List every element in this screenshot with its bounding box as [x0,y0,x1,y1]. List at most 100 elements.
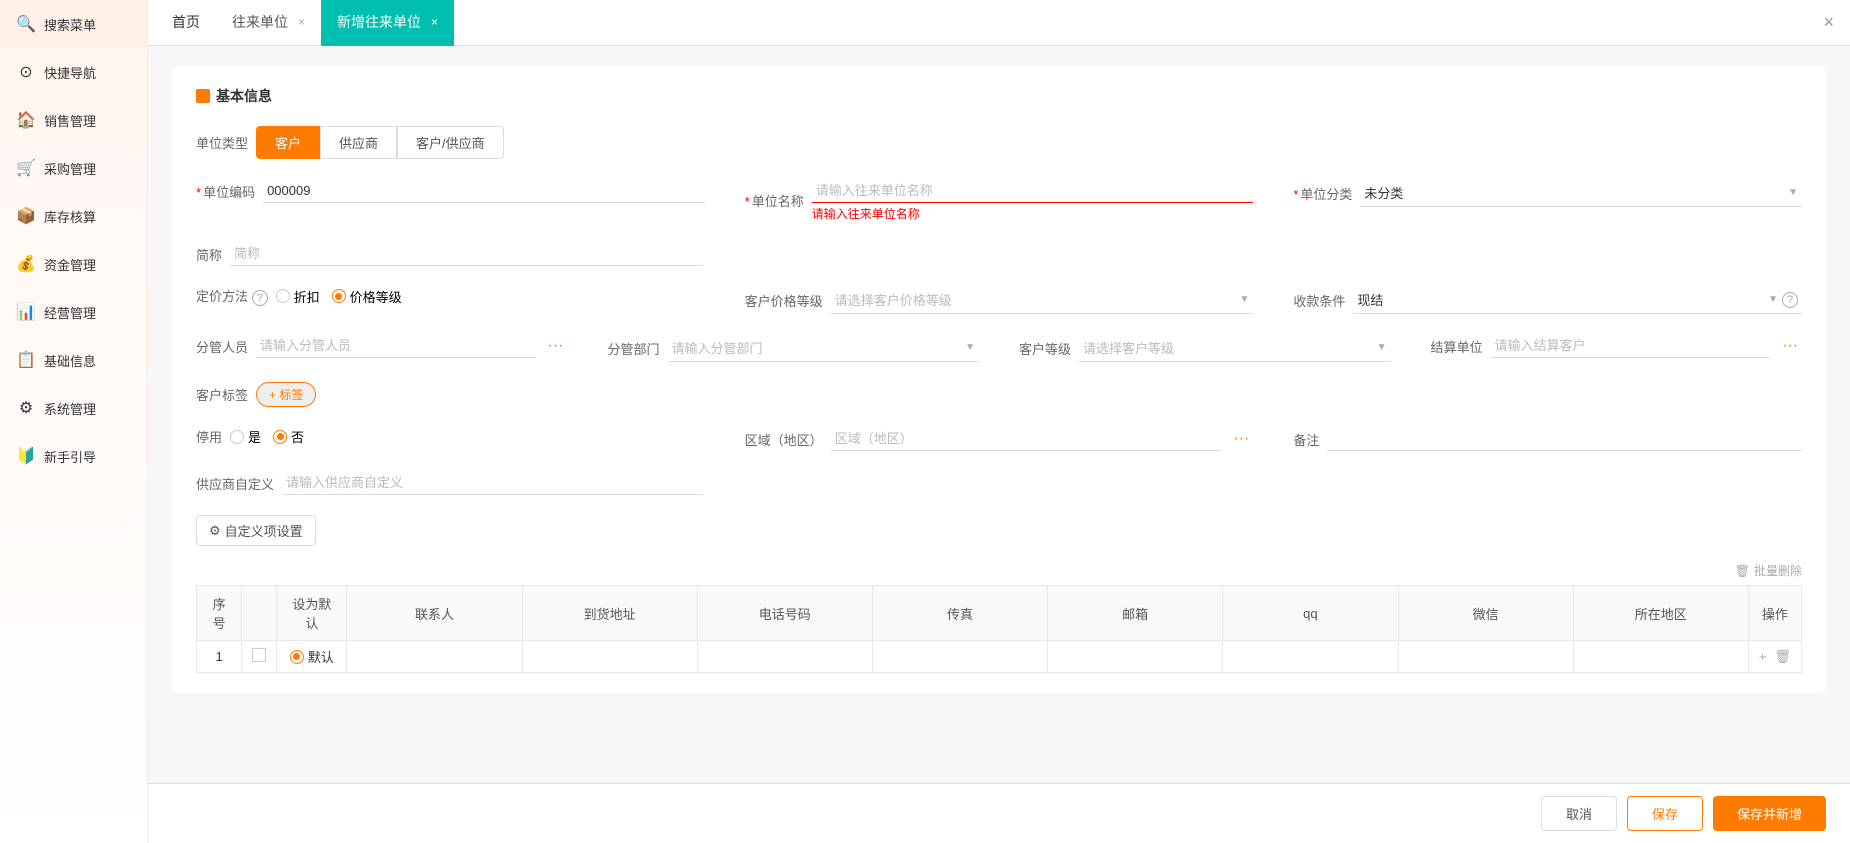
save-button[interactable]: 保存 [1627,796,1703,831]
cancel-button[interactable]: 取消 [1541,796,1617,831]
pricing-discount[interactable]: 折扣 [276,287,320,306]
unit-name-input[interactable] [812,179,1254,203]
short-name-field: 简称 [196,242,703,266]
sidebar-label-inventory: 库存核算 [44,207,96,226]
customer-price-level-select[interactable]: 请选择客户价格等级 ▼ [831,286,1254,314]
pricing-row: 定价方法 ? 折扣 价格等级 [196,286,1802,314]
customer-level-label: 客户等级 [1019,339,1071,358]
sidebar-item-purchase[interactable]: 🛒 采购管理 [0,144,147,192]
row-default-radio[interactable]: 默认 [287,647,336,666]
remark-field: 备注 [1293,427,1802,451]
tab-partners[interactable]: 往来单位 × [216,0,321,46]
unit-category-select[interactable]: 未分类 ▼ [1360,179,1802,207]
table-row: 1 默认 [197,641,1802,673]
tab-partners-close[interactable]: × [298,15,305,29]
batch-delete-button[interactable]: 🗑 批量删除 [1735,562,1802,579]
row-checkbox-cell[interactable] [242,641,277,673]
unit-code-input[interactable] [263,179,705,203]
row-wechat[interactable] [1398,641,1573,673]
customer-price-level-placeholder: 请选择客户价格等级 [835,290,1236,309]
footer: 取消 保存 保存并新增 [148,783,1850,843]
customer-level-select[interactable]: 请选择客户等级 ▼ [1079,334,1390,362]
row-phone-input[interactable] [708,649,862,664]
row-region-input[interactable] [1584,649,1738,664]
unit-type-supplier[interactable]: 供应商 [320,126,397,159]
unit-category-label: *单位分类 [1293,184,1352,203]
disabled-no-label: 否 [291,427,304,446]
payment-terms-help-icon[interactable]: ? [1782,292,1798,308]
sidebar-label-search: 搜索菜单 [44,15,96,34]
sidebar-item-finance[interactable]: 💰 资金管理 [0,240,147,288]
short-name-input[interactable] [230,242,703,266]
sidebar-item-quick-nav[interactable]: ⊙ 快捷导航 [0,48,147,96]
disabled-yes[interactable]: 是 [230,427,261,446]
custom-settings-label: 自定义项设置 [225,521,303,540]
short-name-label: 简称 [196,245,222,264]
row-seq: 1 [197,641,242,673]
row-contact[interactable] [347,641,522,673]
tab-new-partner[interactable]: 新增往来单位 × [321,0,454,46]
tab-new-partner-close[interactable]: × [431,15,438,29]
row-qq[interactable] [1223,641,1398,673]
add-tag-button[interactable]: + 标签 [256,382,316,407]
window-close-icon[interactable]: × [1815,12,1842,33]
unit-type-customer[interactable]: 客户 [256,126,320,159]
contact-table: 序号 设为默认 联系人 到货地址 电话号码 传真 邮箱 qq 微信 所在地区 操… [196,585,1802,673]
sidebar-item-inventory[interactable]: 📦 库存核算 [0,192,147,240]
col-email: 邮箱 [1048,586,1223,641]
manager-dots[interactable]: ··· [544,337,568,355]
sidebar-item-guide[interactable]: 🔰 新手引导 [0,432,147,480]
region-input[interactable] [831,427,1222,451]
row-fax[interactable] [872,641,1047,673]
pricing-price-level[interactable]: 价格等级 [332,287,402,306]
settlement-unit-input[interactable] [1491,334,1771,358]
tab-home[interactable]: 首页 [156,0,216,46]
row-default-radio-circle [290,650,304,664]
sidebar-item-sales[interactable]: 🏠 销售管理 [0,96,147,144]
row-delete-icon[interactable]: 🗑 [1774,649,1791,665]
system-icon: ⚙ [16,398,36,418]
row-address[interactable] [522,641,697,673]
sidebar-label-basic-info: 基础信息 [44,351,96,370]
row-address-input[interactable] [533,649,687,664]
sidebar: 🔍 搜索菜单 ⊙ 快捷导航 🏠 销售管理 🛒 采购管理 📦 库存核算 💰 资金管… [0,0,148,843]
unit-category-chevron: ▼ [1788,187,1798,198]
settlement-dots[interactable]: ··· [1778,337,1802,355]
region-dots[interactable]: ··· [1229,430,1253,448]
row-checkbox[interactable] [252,648,266,662]
row-email[interactable] [1048,641,1223,673]
row-wechat-input[interactable] [1409,649,1563,664]
supplier-custom-field: 供应商自定义 [196,471,703,495]
region-field: 区域（地区） ··· [745,427,1254,451]
supplier-custom-input[interactable] [282,471,703,495]
sidebar-label-sales: 销售管理 [44,111,96,130]
row-fax-input[interactable] [883,649,1037,664]
inventory-icon: 📦 [16,206,36,226]
unit-type-both[interactable]: 客户/供应商 [397,126,504,159]
row-region[interactable] [1573,641,1748,673]
remark-input[interactable] [1327,427,1802,451]
row-phone[interactable] [697,641,872,673]
sidebar-item-basic-info[interactable]: 📋 基础信息 [0,336,147,384]
row-add-icon[interactable]: + [1759,649,1767,665]
row-contact-input[interactable] [357,649,511,664]
manager-label: 分管人员 [196,337,248,356]
section-title-icon [196,89,210,103]
disabled-no[interactable]: 否 [273,427,304,446]
sidebar-item-search[interactable]: 🔍 搜索菜单 [0,0,147,48]
custom-settings-button[interactable]: ⚙ 自定义项设置 [196,515,316,546]
row-qq-input[interactable] [1233,649,1387,664]
sidebar-item-operations[interactable]: 📊 经营管理 [0,288,147,336]
content-area: 基本信息 单位类型 客户 供应商 客户/供应商 *单位编码 [148,46,1850,783]
custom-settings-icon: ⚙ [209,523,221,539]
payment-terms-select[interactable]: 现结 ▼ ? [1353,286,1802,314]
col-region: 所在地区 [1573,586,1748,641]
guide-icon: 🔰 [16,446,36,466]
pricing-help-icon[interactable]: ? [252,290,268,306]
quick-nav-icon: ⊙ [16,62,36,82]
row-email-input[interactable] [1058,649,1212,664]
save-new-button[interactable]: 保存并新增 [1713,796,1826,831]
manager-input[interactable] [256,334,536,358]
department-select[interactable]: 请输入分管部门 ▼ [668,334,979,362]
sidebar-item-system[interactable]: ⚙ 系统管理 [0,384,147,432]
